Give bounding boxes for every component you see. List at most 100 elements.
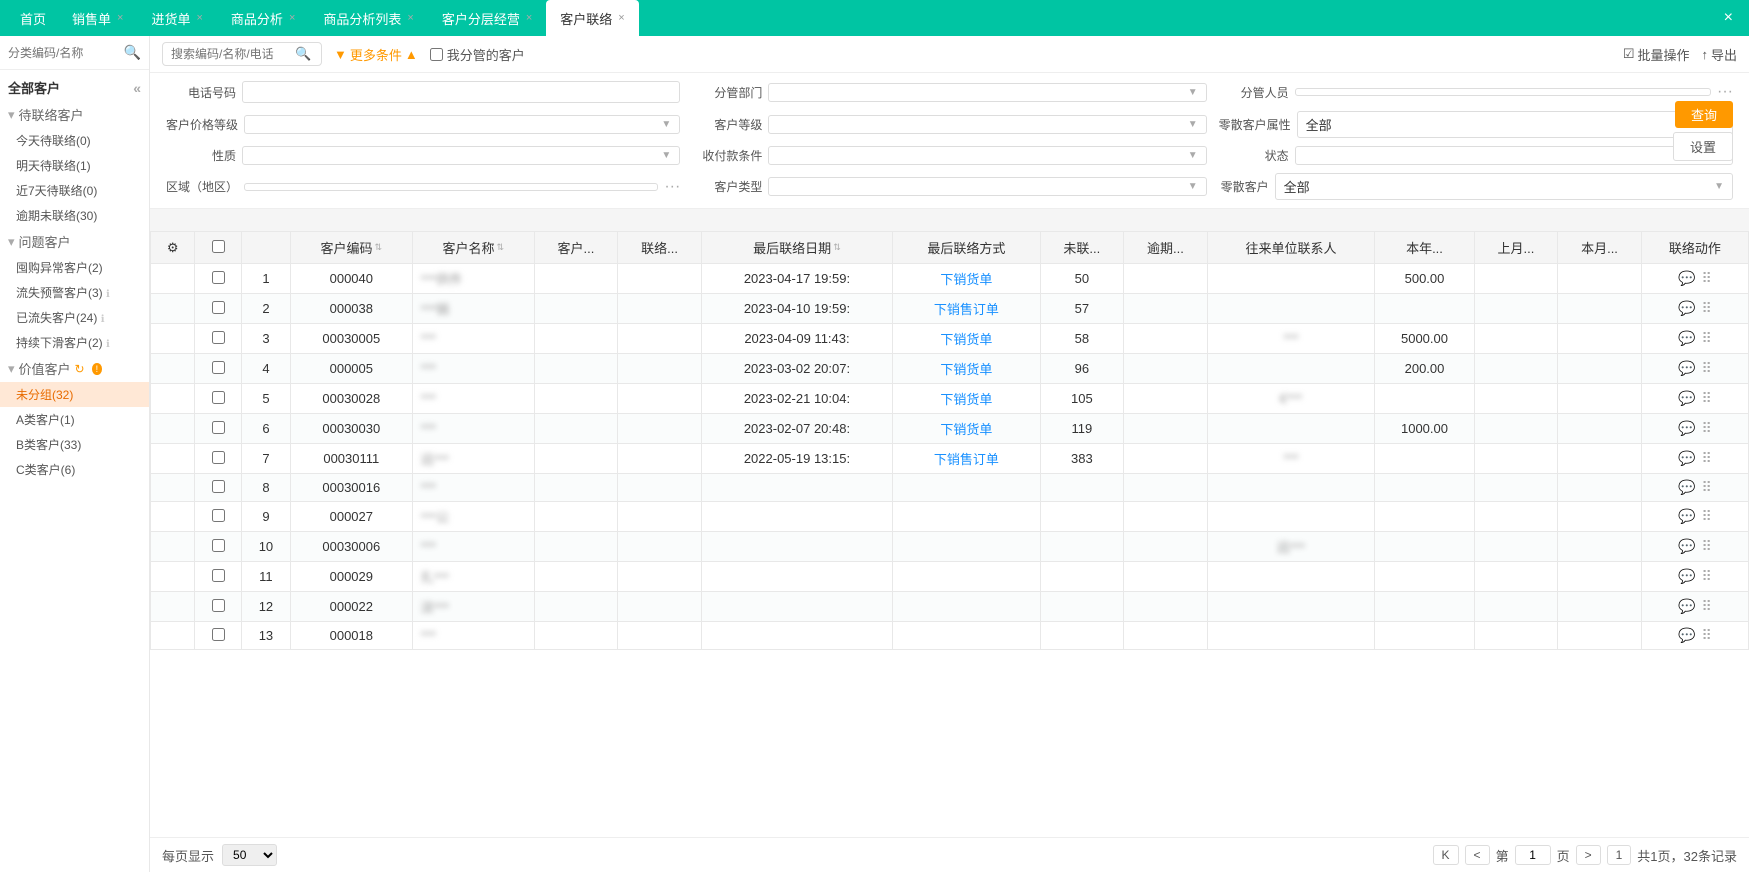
more-action-icon-0[interactable]: ⠿ — [1701, 270, 1711, 287]
contact-action-icon-10[interactable]: 💬 — [1678, 568, 1695, 585]
more-action-icon-5[interactable]: ⠿ — [1701, 420, 1711, 437]
more-action-icon-4[interactable]: ⠿ — [1701, 390, 1711, 407]
more-action-icon-3[interactable]: ⠿ — [1701, 360, 1711, 377]
sidebar-item-classA[interactable]: A类客户(1) — [0, 407, 149, 432]
tab-purchase[interactable]: 进货单 × — [137, 0, 216, 36]
lastway-link-3[interactable]: 下销货单 — [940, 362, 992, 377]
close-purchase-tab[interactable]: × — [196, 12, 202, 24]
my-customers-checkbox[interactable] — [430, 48, 443, 61]
filter-customer-type-select[interactable]: ▼ — [768, 177, 1206, 196]
sidebar-item-classC[interactable]: C类客户(6) — [0, 457, 149, 482]
sidebar-item-classB[interactable]: B类客户(33) — [0, 432, 149, 457]
th-settings[interactable]: ⚙ — [151, 232, 195, 264]
contact-action-icon-5[interactable]: 💬 — [1678, 420, 1695, 437]
filter-retail-select[interactable]: 全部 ▼ — [1275, 173, 1733, 200]
contact-action-icon-7[interactable]: 💬 — [1678, 479, 1695, 496]
contact-action-icon-0[interactable]: 💬 — [1678, 270, 1695, 287]
more-action-icon-7[interactable]: ⠿ — [1701, 479, 1711, 496]
more-action-icon-11[interactable]: ⠿ — [1701, 598, 1711, 615]
filter-search-icon[interactable]: 🔍 — [295, 46, 311, 62]
contact-action-icon-8[interactable]: 💬 — [1678, 508, 1695, 525]
row-checkbox-0[interactable] — [212, 271, 225, 284]
row-checkbox-8[interactable] — [212, 509, 225, 522]
sidebar-search-input[interactable] — [8, 46, 124, 60]
row-checkbox-10[interactable] — [212, 569, 225, 582]
row-checkbox-9[interactable] — [212, 539, 225, 552]
page-size-select[interactable]: 50 10 20 100 — [222, 844, 277, 866]
tab-customer-contact[interactable]: 客户联络 × — [546, 0, 638, 36]
row-checkbox-11[interactable] — [212, 599, 225, 612]
lastway-link-4[interactable]: 下销货单 — [940, 392, 992, 407]
close-segment-tab[interactable]: × — [526, 12, 532, 24]
more-conditions-button[interactable]: ▼ 更多条件 ▲ — [334, 45, 418, 64]
more-action-icon-12[interactable]: ⠿ — [1701, 627, 1711, 644]
sort-date-icon[interactable]: ⇅ — [833, 242, 841, 253]
last-page-button[interactable]: 1 — [1607, 845, 1632, 865]
contact-action-icon-12[interactable]: 💬 — [1678, 627, 1695, 644]
row-checkbox-6[interactable] — [212, 451, 225, 464]
more-action-icon-10[interactable]: ⠿ — [1701, 568, 1711, 585]
more-action-icon-9[interactable]: ⠿ — [1701, 538, 1711, 555]
sidebar-item-tomorrow[interactable]: 明天待联络(1) — [0, 153, 149, 178]
query-button[interactable]: 查询 — [1675, 101, 1733, 128]
contact-action-icon-1[interactable]: 💬 — [1678, 300, 1695, 317]
sidebar-item-7days[interactable]: 近7天待联络(0) — [0, 178, 149, 203]
collapse-icon[interactable]: « — [133, 80, 141, 96]
all-customers-header[interactable]: 全部客户 « — [0, 70, 149, 101]
tab-analysis[interactable]: 商品分析 × — [217, 0, 309, 36]
sidebar-item-declining[interactable]: 持续下滑客户(2) ℹ — [0, 330, 149, 355]
filter-manager-dots[interactable]: ··· — [1717, 83, 1733, 101]
row-checkbox-4[interactable] — [212, 391, 225, 404]
sidebar-item-today[interactable]: 今天待联络(0) — [0, 128, 149, 153]
row-checkbox-12[interactable] — [212, 628, 225, 641]
contact-action-icon-4[interactable]: 💬 — [1678, 390, 1695, 407]
sidebar-item-unclassified[interactable]: 未分组(32) — [0, 382, 149, 407]
tab-sales[interactable]: 销售单 × — [58, 0, 137, 36]
batch-ops-button[interactable]: ☑ 批量操作 — [1623, 45, 1690, 64]
more-action-icon-8[interactable]: ⠿ — [1701, 508, 1711, 525]
filter-region-input[interactable] — [244, 183, 658, 191]
tab-customer-segment[interactable]: 客户分层经营 × — [428, 0, 546, 36]
filter-search-input[interactable] — [171, 47, 291, 61]
next-page-button[interactable]: > — [1576, 845, 1601, 865]
more-action-icon-2[interactable]: ⠿ — [1701, 330, 1711, 347]
lastway-link-6[interactable]: 下销售订单 — [934, 452, 999, 467]
select-all-checkbox[interactable] — [212, 240, 225, 253]
contact-action-icon-6[interactable]: 💬 — [1678, 450, 1695, 467]
close-sales-tab[interactable]: × — [117, 12, 123, 24]
row-checkbox-2[interactable] — [212, 331, 225, 344]
filter-manager-input[interactable] — [1295, 88, 1711, 96]
tab-analysis-list[interactable]: 商品分析列表 × — [309, 0, 427, 36]
sort-code-icon[interactable]: ⇅ — [375, 242, 383, 253]
more-action-icon-1[interactable]: ⠿ — [1701, 300, 1711, 317]
row-checkbox-1[interactable] — [212, 301, 225, 314]
row-checkbox-7[interactable] — [212, 480, 225, 493]
row-checkbox-3[interactable] — [212, 361, 225, 374]
contact-action-icon-3[interactable]: 💬 — [1678, 360, 1695, 377]
lastway-link-2[interactable]: 下销货单 — [940, 332, 992, 347]
sidebar-item-abnormal[interactable]: 囤购异常客户(2) — [0, 255, 149, 280]
lastway-link-0[interactable]: 下销货单 — [940, 272, 992, 287]
contact-action-icon-11[interactable]: 💬 — [1678, 598, 1695, 615]
close-analysis-list-tab[interactable]: × — [407, 12, 413, 24]
close-contact-tab[interactable]: × — [618, 12, 624, 24]
page-number-input[interactable] — [1515, 845, 1551, 865]
export-button[interactable]: ↑ 导出 — [1701, 45, 1737, 64]
filter-status-select[interactable]: ▼ — [1295, 146, 1733, 165]
first-page-button[interactable]: K — [1433, 845, 1459, 865]
filter-phone-input[interactable] — [242, 81, 680, 103]
filter-region-dots[interactable]: ··· — [664, 178, 680, 196]
lastway-link-1[interactable]: 下销售订单 — [934, 302, 999, 317]
prev-page-button[interactable]: < — [1465, 845, 1490, 865]
filter-dept-select[interactable]: ▼ — [768, 83, 1206, 102]
sidebar-search-icon[interactable]: 🔍 — [124, 44, 141, 61]
close-analysis-tab[interactable]: × — [289, 12, 295, 24]
contact-action-icon-9[interactable]: 💬 — [1678, 538, 1695, 555]
sidebar-item-churned[interactable]: 已流失客户(24) ℹ — [0, 305, 149, 330]
filter-customer-level-select[interactable]: ▼ — [768, 115, 1206, 134]
filter-price-level-select[interactable]: ▼ — [244, 115, 680, 134]
refresh-icon[interactable]: ↻ — [75, 362, 85, 376]
more-action-icon-6[interactable]: ⠿ — [1701, 450, 1711, 467]
sidebar-item-overdue[interactable]: 逾期未联络(30) — [0, 203, 149, 228]
reset-button[interactable]: 设置 — [1673, 132, 1733, 161]
